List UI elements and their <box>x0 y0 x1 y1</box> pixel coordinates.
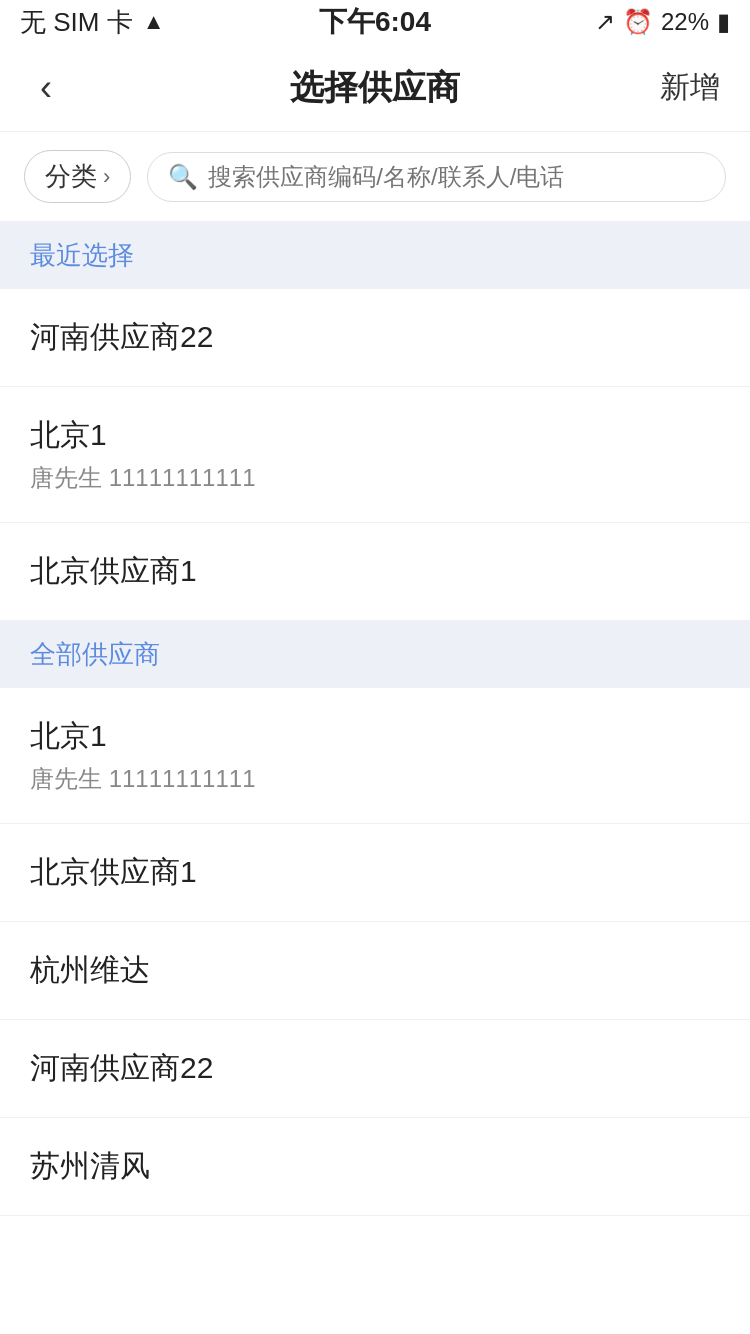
battery-percent: 22% <box>661 8 709 36</box>
list-item[interactable]: 北京1 唐先生 11111111111 <box>0 387 750 523</box>
back-button[interactable]: ‹ <box>30 57 62 119</box>
page-title: 选择供应商 <box>290 65 460 111</box>
section-header-text-recent: 最近选择 <box>30 240 134 270</box>
list-item[interactable]: 北京供应商1 <box>0 523 750 621</box>
item-name: 河南供应商22 <box>30 1048 720 1089</box>
list-item[interactable]: 杭州维达 <box>0 922 750 1020</box>
alarm-icon: ⏰ <box>623 8 653 36</box>
list-item[interactable]: 北京1 唐先生 11111111111 <box>0 688 750 824</box>
nav-bar: ‹ 选择供应商 新增 <box>0 44 750 132</box>
item-name: 北京供应商1 <box>30 551 720 592</box>
chevron-right-icon: › <box>103 164 110 190</box>
list-item[interactable]: 河南供应商22 <box>0 289 750 387</box>
list-item[interactable]: 河南供应商22 <box>0 1020 750 1118</box>
section-header-all: 全部供应商 <box>0 621 750 688</box>
item-name: 北京供应商1 <box>30 852 720 893</box>
wifi-icon: ▲ <box>143 9 165 35</box>
status-right: ↗ ⏰ 22% ▮ <box>595 8 730 36</box>
section-header-text-all: 全部供应商 <box>30 639 160 669</box>
search-input[interactable] <box>208 163 705 191</box>
status-bar: 无 SIM 卡 ▲ 下午6:04 ↗ ⏰ 22% ▮ <box>0 0 750 44</box>
location-icon: ↗ <box>595 8 615 36</box>
section-header-recent: 最近选择 <box>0 222 750 289</box>
sections-container: 最近选择河南供应商22 北京1 唐先生 11111111111 北京供应商1 全部供应商… <box>0 222 750 1216</box>
item-name: 杭州维达 <box>30 950 720 991</box>
status-time: 下午6:04 <box>319 3 431 41</box>
status-left: 无 SIM 卡 ▲ <box>20 5 164 40</box>
item-name: 河南供应商22 <box>30 317 720 358</box>
carrier-text: 无 SIM 卡 <box>20 5 133 40</box>
category-button[interactable]: 分类 › <box>24 150 131 203</box>
item-sub: 唐先生 11111111111 <box>30 462 720 494</box>
search-box: 🔍 <box>147 152 726 202</box>
item-name: 北京1 <box>30 716 720 757</box>
item-name: 北京1 <box>30 415 720 456</box>
list-item[interactable]: 北京供应商1 <box>0 824 750 922</box>
search-icon: 🔍 <box>168 163 198 191</box>
category-label: 分类 <box>45 159 97 194</box>
battery-icon: ▮ <box>717 8 730 36</box>
item-sub: 唐先生 11111111111 <box>30 763 720 795</box>
list-item[interactable]: 苏州清风 <box>0 1118 750 1216</box>
item-name: 苏州清风 <box>30 1146 720 1187</box>
add-button[interactable]: 新增 <box>660 67 720 108</box>
filter-bar: 分类 › 🔍 <box>0 132 750 222</box>
